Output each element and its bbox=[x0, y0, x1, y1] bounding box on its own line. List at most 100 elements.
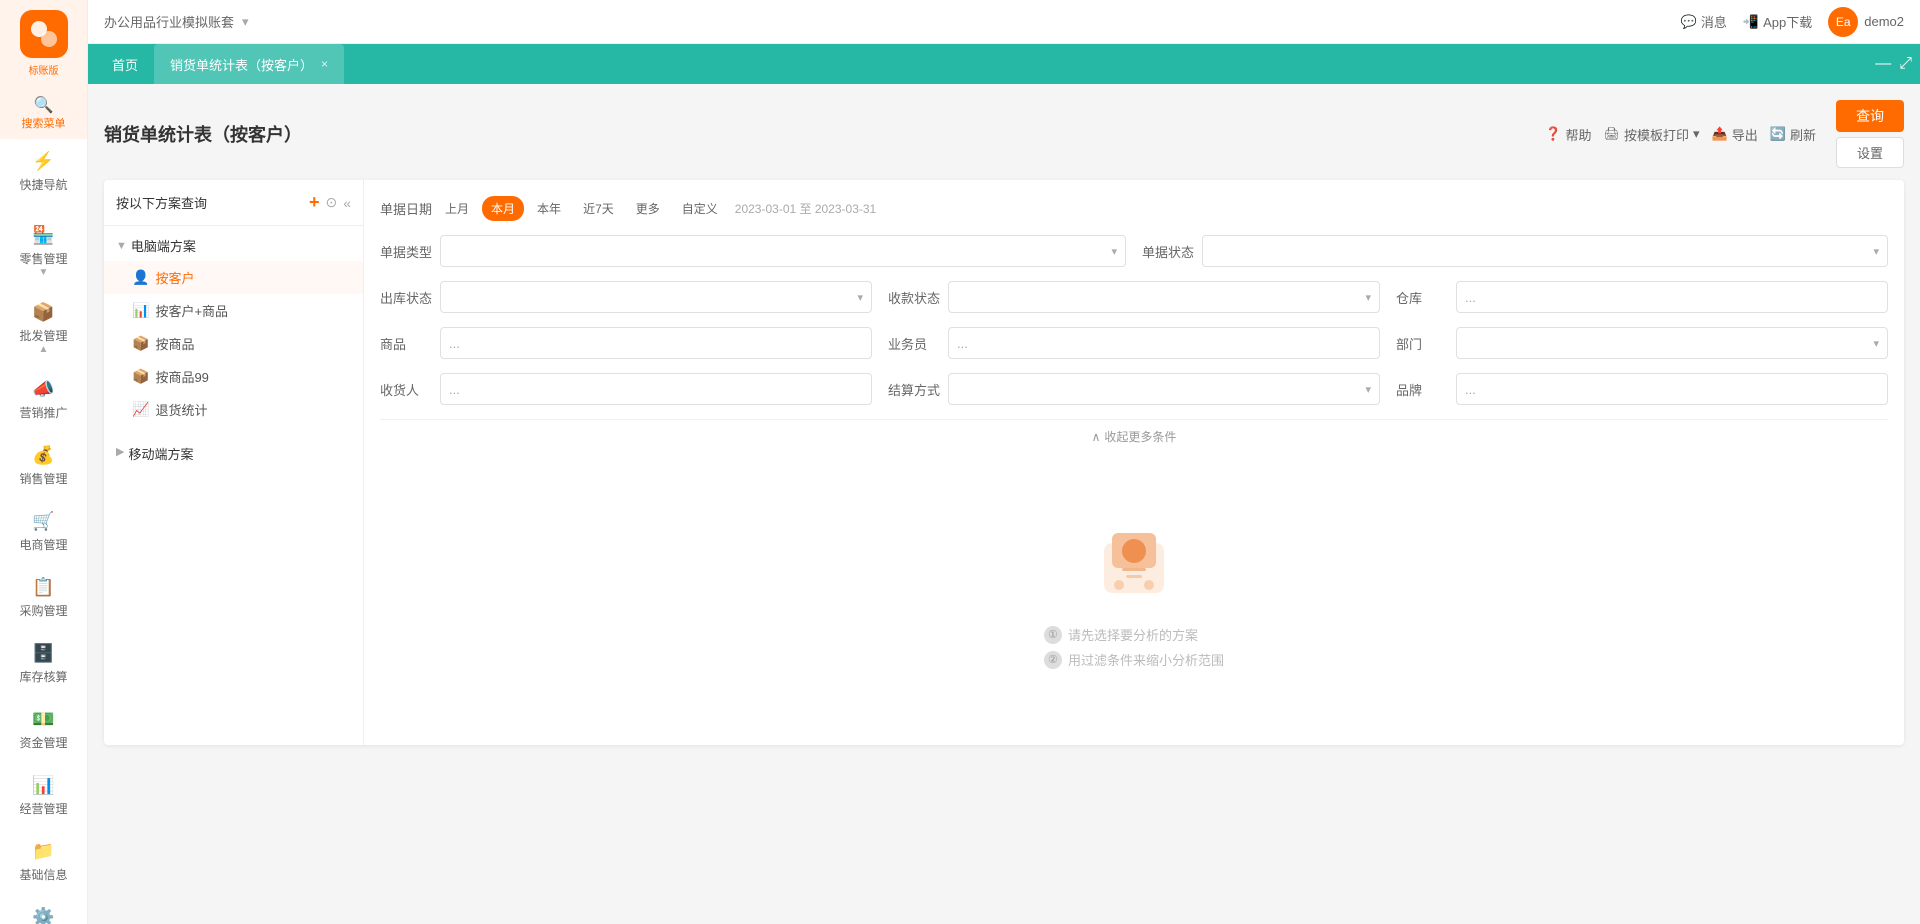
mobile-group-header[interactable]: ▶ 移动端方案 bbox=[104, 434, 363, 469]
date-btn-more[interactable]: 更多 bbox=[627, 196, 669, 221]
header-left: 办公用品行业模拟账套 ▾ bbox=[104, 12, 249, 31]
tab-maximize-btn[interactable]: ⤢ bbox=[1899, 55, 1912, 73]
tab-active[interactable]: 销货单统计表（按客户） × bbox=[154, 44, 344, 84]
date-btn-this-year[interactable]: 本年 bbox=[528, 196, 570, 221]
filter-panel: 单据日期 上月 本月 本年 近7天 更多 自定义 2023-03-01 至 20… bbox=[364, 180, 1904, 745]
query-button[interactable]: 查询 bbox=[1836, 100, 1904, 132]
sidebar-item-operations[interactable]: 📊 经营管理 bbox=[0, 763, 87, 829]
refresh-btn[interactable]: 🔄 刷新 bbox=[1770, 125, 1816, 144]
empty-hints: ① 请先选择要分析的方案 ② 用过滤条件来缩小分析范围 bbox=[1044, 625, 1224, 669]
scheme-collapse-btn[interactable]: « bbox=[343, 195, 351, 211]
warehouse-label: 仓库 bbox=[1396, 288, 1448, 307]
sidebar: 标账版 🔍 搜索菜单 ⚡ 快捷导航 🏪 零售管理 ▼ 📦 批发管理 ▲ 📣 营销… bbox=[0, 0, 88, 924]
receipt-status-control[interactable]: ▾ bbox=[948, 281, 1380, 313]
sidebar-item-quick-nav[interactable]: ⚡ 快捷导航 bbox=[0, 139, 87, 205]
tab-close-btn[interactable]: × bbox=[321, 57, 328, 71]
receipt-status-arrow: ▾ bbox=[1365, 291, 1371, 304]
filter-item-warehouse: 仓库 ... bbox=[1396, 281, 1888, 313]
warehouse-control[interactable]: ... bbox=[1456, 281, 1888, 313]
sidebar-item-sales[interactable]: 💰 销售管理 bbox=[0, 433, 87, 499]
desktop-group-arrow: ▼ bbox=[116, 240, 127, 252]
sidebar-item-inventory[interactable]: 🗄️ 库存核算 bbox=[0, 631, 87, 697]
status-label: 单据状态 bbox=[1142, 242, 1194, 261]
type-control[interactable]: ▾ bbox=[440, 235, 1126, 267]
sidebar-item-retail[interactable]: 🏪 零售管理 ▼ bbox=[0, 213, 87, 290]
sidebar-item-finance[interactable]: 💵 资金管理 bbox=[0, 697, 87, 763]
tab-minimize-btn[interactable]: — bbox=[1875, 55, 1891, 73]
title-actions: ❓ 帮助 🖨 按模板打印 ▾ 📤 导出 🔄 刷新 查询 bbox=[1545, 100, 1904, 168]
page-title-bar: 销货单统计表（按客户） ❓ 帮助 🖨 按模板打印 ▾ 📤 导出 🔄 刷新 bbox=[104, 100, 1904, 168]
scheme-item-label-3: 按商品99 bbox=[155, 367, 208, 386]
scheme-settings-btn[interactable]: ⊙ bbox=[325, 194, 337, 211]
department-arrow: ▾ bbox=[1873, 337, 1879, 350]
avatar: Ea bbox=[1828, 7, 1858, 37]
date-btn-7days[interactable]: 近7天 bbox=[574, 196, 623, 221]
scheme-item-4[interactable]: 📈 退货统计 bbox=[104, 393, 363, 426]
filter-item-settlement: 结算方式 ▾ bbox=[888, 373, 1380, 405]
settings-button[interactable]: 设置 bbox=[1836, 137, 1904, 168]
help-btn[interactable]: ❓ 帮助 bbox=[1545, 125, 1591, 144]
filter-date-row: 单据日期 上月 本月 本年 近7天 更多 自定义 2023-03-01 至 20… bbox=[380, 196, 1888, 221]
receiver-control[interactable]: ... bbox=[440, 373, 872, 405]
mobile-group-label: 移动端方案 bbox=[128, 444, 193, 463]
scheme-item-1[interactable]: 📊 按客户+商品 bbox=[104, 294, 363, 327]
filter-item-status: 单据状态 ▾ bbox=[1142, 235, 1888, 267]
scheme-item-2[interactable]: 📦 按商品 bbox=[104, 327, 363, 360]
mobile-scheme-group: ▶ 移动端方案 bbox=[104, 430, 363, 473]
department-control[interactable]: ▾ bbox=[1456, 327, 1888, 359]
goods-control[interactable]: ... bbox=[440, 327, 872, 359]
sidebar-item-search[interactable]: 🔍 搜索菜单 bbox=[0, 87, 87, 139]
scheme-item-0[interactable]: 👤 按客户 bbox=[104, 261, 363, 294]
top-header: 办公用品行业模拟账套 ▾ 💬 消息 📲 App下载 Ea demo2 bbox=[88, 0, 1920, 44]
sidebar-item-wholesale[interactable]: 📦 批发管理 ▲ bbox=[0, 290, 87, 367]
date-range-text: 2023-03-01 至 2023-03-31 bbox=[735, 200, 876, 217]
sidebar-item-system[interactable]: ⚙️ 系统管理 bbox=[0, 895, 87, 924]
tab-home[interactable]: 首页 bbox=[96, 44, 154, 84]
out-status-arrow: ▾ bbox=[857, 291, 863, 304]
date-btn-last-month[interactable]: 上月 bbox=[436, 196, 478, 221]
collapse-up-icon: ∧ bbox=[1092, 430, 1101, 444]
export-btn[interactable]: 📤 导出 bbox=[1712, 125, 1758, 144]
settlement-control[interactable]: ▾ bbox=[948, 373, 1380, 405]
status-control[interactable]: ▾ bbox=[1202, 235, 1888, 267]
scheme-item-label-2: 按商品 bbox=[155, 334, 194, 353]
salesman-control[interactable]: ... bbox=[948, 327, 1380, 359]
desktop-group-header[interactable]: ▼ 电脑端方案 bbox=[104, 230, 363, 261]
mobile-group-arrow: ▶ bbox=[116, 445, 124, 458]
out-status-control[interactable]: ▾ bbox=[440, 281, 872, 313]
message-btn[interactable]: 💬 消息 bbox=[1681, 12, 1727, 31]
print-dropdown-arrow: ▾ bbox=[1693, 126, 1700, 142]
scheme-item-icon-3: 📦 bbox=[132, 368, 149, 385]
desktop-scheme-group: ▼ 电脑端方案 👤 按客户 📊 按客户+商品 📦 按商品 bbox=[104, 226, 363, 430]
collapse-bar[interactable]: ∧ 收起更多条件 bbox=[380, 419, 1888, 453]
sidebar-item-marketing[interactable]: 📣 营销推广 bbox=[0, 367, 87, 433]
salesman-label: 业务员 bbox=[888, 334, 940, 353]
receiver-label: 收货人 bbox=[380, 380, 432, 399]
goods-label: 商品 bbox=[380, 334, 432, 353]
scheme-item-icon-4: 📈 bbox=[132, 401, 149, 418]
app-download-btn[interactable]: 📲 App下载 bbox=[1743, 12, 1812, 31]
filter-item-salesman: 业务员 ... bbox=[888, 327, 1380, 359]
system-icon: ⚙️ bbox=[32, 907, 54, 924]
dropdown-arrow[interactable]: ▾ bbox=[242, 14, 249, 30]
scheme-add-btn[interactable]: + bbox=[309, 192, 320, 213]
date-btn-this-month[interactable]: 本月 bbox=[482, 196, 524, 221]
out-status-label: 出库状态 bbox=[380, 288, 432, 307]
help-icon: ❓ bbox=[1545, 126, 1561, 142]
date-btn-custom[interactable]: 自定义 bbox=[673, 196, 727, 221]
operations-icon: 📊 bbox=[32, 775, 54, 796]
sidebar-item-purchase[interactable]: 📋 采购管理 bbox=[0, 565, 87, 631]
filter-item-goods: 商品 ... bbox=[380, 327, 872, 359]
brand-control[interactable]: ... bbox=[1456, 373, 1888, 405]
scheme-item-icon-1: 📊 bbox=[132, 302, 149, 319]
filter-item-brand: 品牌 ... bbox=[1396, 373, 1888, 405]
sidebar-logo: 标账版 bbox=[0, 0, 87, 87]
user-area[interactable]: Ea demo2 bbox=[1828, 7, 1904, 37]
scheme-item-3[interactable]: 📦 按商品99 bbox=[104, 360, 363, 393]
filter-row-1: 单据类型 ▾ 单据状态 ▾ bbox=[380, 235, 1888, 267]
sidebar-item-ecommerce[interactable]: 🛒 电商管理 bbox=[0, 499, 87, 565]
ecommerce-icon: 🛒 bbox=[32, 511, 54, 532]
finance-icon: 💵 bbox=[32, 709, 54, 730]
sidebar-item-basic-info[interactable]: 📁 基础信息 bbox=[0, 829, 87, 895]
template-print-btn[interactable]: 🖨 按模板打印 ▾ bbox=[1604, 125, 1700, 144]
